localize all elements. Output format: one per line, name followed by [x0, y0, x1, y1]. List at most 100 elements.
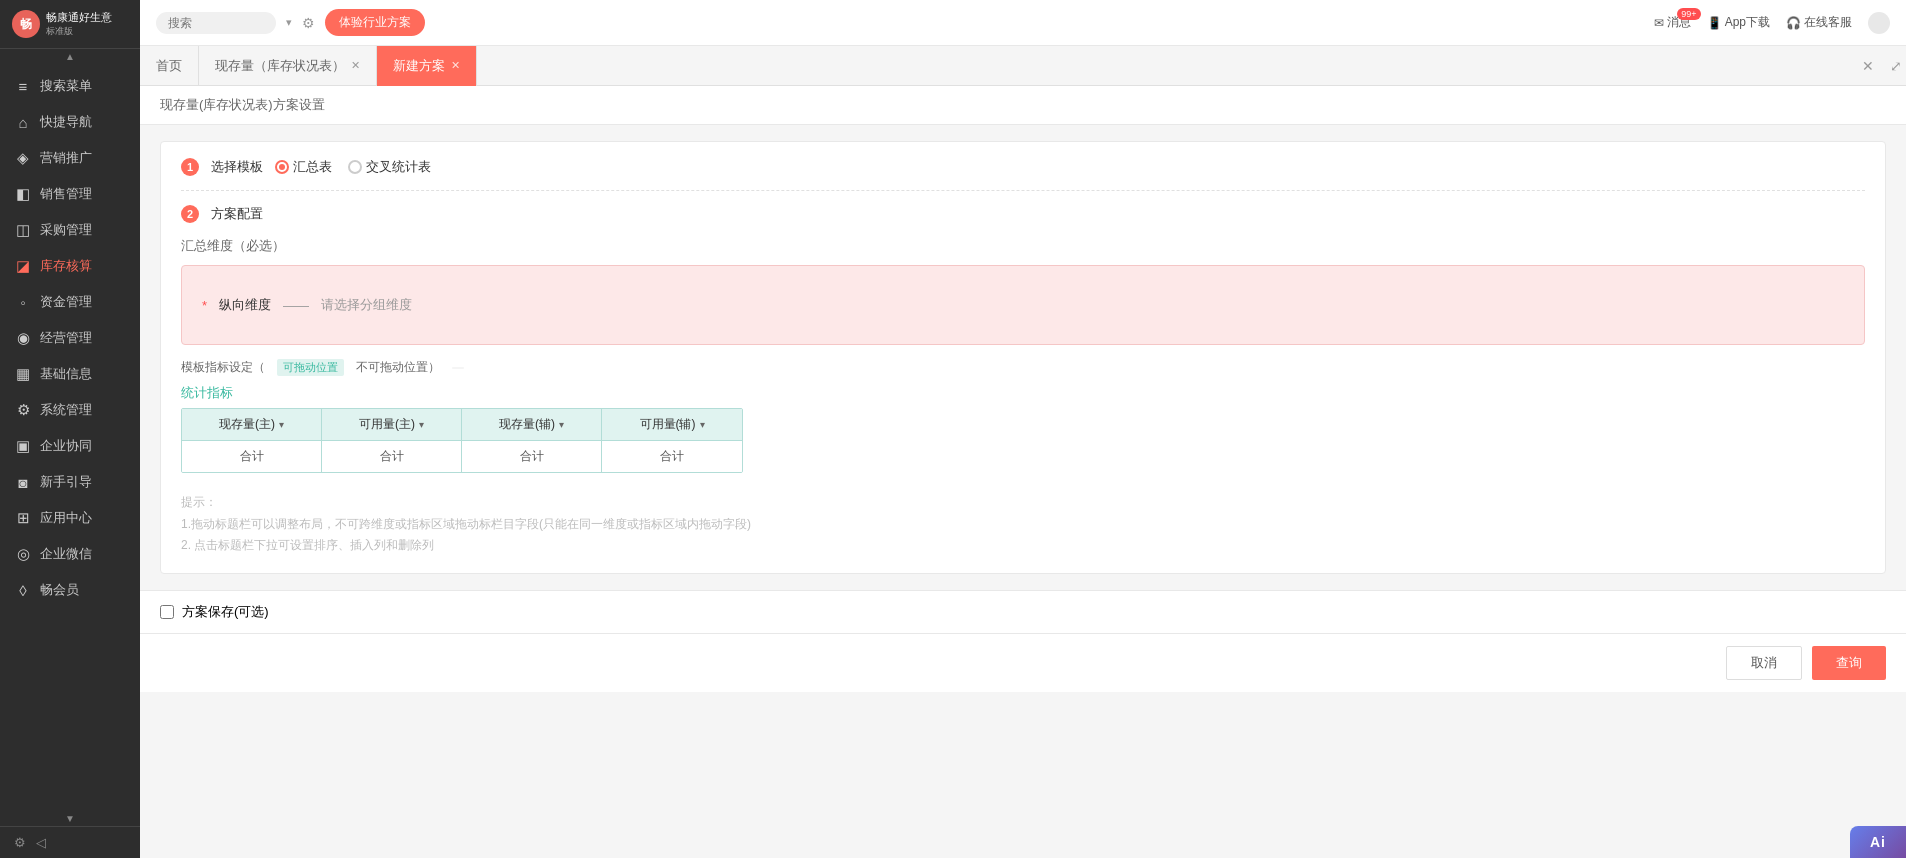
sidebar-scroll-up[interactable]: ▲	[0, 49, 140, 64]
settings-icon[interactable]: ⚙	[302, 15, 315, 31]
sidebar: 畅 畅康通好生意 标准版 ▲ ≡ 搜索菜单 ⌂ 快捷导航 ◈ 营销推广 ◧ 销售…	[0, 0, 140, 858]
col3-label: 可用量(辅)	[640, 416, 696, 433]
col1-chevron[interactable]: ▾	[419, 419, 424, 430]
gear-icon: ⚙	[14, 401, 32, 419]
tab-home[interactable]: 首页	[140, 46, 199, 86]
query-button[interactable]: 查询	[1812, 646, 1886, 680]
sidebar-item-label: 资金管理	[40, 293, 92, 311]
required-star: *	[202, 298, 207, 313]
sidebar-nav: ≡ 搜索菜单 ⌂ 快捷导航 ◈ 营销推广 ◧ 销售管理 ◫ 采购管理 ◪ 库存核…	[0, 64, 140, 811]
chevron-down-icon[interactable]: ▾	[286, 16, 292, 29]
sidebar-item-finance[interactable]: ◦ 资金管理	[0, 284, 140, 320]
col3-chevron[interactable]: ▾	[700, 419, 705, 430]
stats-data-0: 合计	[182, 441, 322, 472]
sidebar-item-marketing[interactable]: ◈ 营销推广	[0, 140, 140, 176]
mobile-icon: 📱	[1707, 16, 1722, 30]
step2-row: 2 方案配置	[181, 205, 1865, 223]
window-controls: ✕ ⤢	[1858, 54, 1906, 78]
sidebar-item-system[interactable]: ⚙ 系统管理	[0, 392, 140, 428]
stats-col-0[interactable]: 现存量(主) ▾	[182, 409, 322, 440]
save-row: 方案保存(可选)	[140, 590, 1906, 633]
logo-text: 畅康通好生意 标准版	[46, 10, 112, 37]
tab-new-plan[interactable]: 新建方案 ✕	[377, 46, 477, 86]
non-drag-label: 不可拖动位置）	[356, 359, 440, 376]
sidebar-item-label: 采购管理	[40, 221, 92, 239]
stats-data-3: 合计	[602, 441, 742, 472]
save-label: 方案保存(可选)	[182, 603, 269, 621]
non-draggable-badge	[452, 367, 464, 369]
messages-badge: 99+	[1677, 8, 1700, 20]
messages-btn[interactable]: ✉ 消息 99+	[1654, 14, 1691, 31]
col0-label: 现存量(主)	[219, 416, 275, 433]
close-window-icon[interactable]: ✕	[1858, 54, 1878, 78]
crown-icon: ◊	[14, 582, 32, 599]
sidebar-item-basic-info[interactable]: ▦ 基础信息	[0, 356, 140, 392]
tab-inventory-status[interactable]: 现存量（库存状况表） ✕	[199, 46, 377, 86]
sidebar-item-label: 快捷导航	[40, 113, 92, 131]
sidebar-item-label: 基础信息	[40, 365, 92, 383]
draggable-badge: 可拖动位置	[277, 359, 344, 376]
col2-label: 现存量(辅)	[499, 416, 555, 433]
tab-inventory-close[interactable]: ✕	[351, 59, 360, 72]
settings-card: 1 选择模板 汇总表 交叉统计表	[160, 141, 1886, 574]
radio-cross[interactable]: 交叉统计表	[348, 158, 431, 176]
sidebar-item-purchase[interactable]: ◫ 采购管理	[0, 212, 140, 248]
col2-chevron[interactable]: ▾	[559, 419, 564, 430]
trial-btn[interactable]: 体验行业方案	[325, 9, 425, 36]
online-service-btn[interactable]: 🎧 在线客服	[1786, 14, 1852, 31]
sidebar-item-enterprise-wechat[interactable]: ◎ 企业微信	[0, 536, 140, 572]
sidebar-item-operations[interactable]: ◉ 经营管理	[0, 320, 140, 356]
col0-chevron[interactable]: ▾	[279, 419, 284, 430]
cancel-button[interactable]: 取消	[1726, 646, 1802, 680]
ai-badge[interactable]: Ai	[1850, 826, 1906, 858]
message-icon: ✉	[1654, 16, 1664, 30]
sidebar-item-new-guide[interactable]: ◙ 新手引导	[0, 464, 140, 500]
sidebar-item-label: 库存核算	[40, 257, 92, 275]
tip-item-1: 2. 点击标题栏下拉可设置排序、插入列和删除列	[181, 535, 1865, 557]
stats-col-3[interactable]: 可用量(辅) ▾	[602, 409, 742, 440]
sidebar-scroll-down[interactable]: ▼	[0, 811, 140, 826]
page-header: 现存量(库存状况表)方案设置	[140, 86, 1906, 125]
stats-col-2[interactable]: 现存量(辅) ▾	[462, 409, 602, 440]
headset-icon: 🎧	[1786, 16, 1801, 30]
sidebar-logo: 畅 畅康通好生意 标准版	[0, 0, 140, 49]
dim-dash: ——	[283, 298, 309, 313]
sidebar-item-label: 应用中心	[40, 509, 92, 527]
sidebar-item-quick-nav[interactable]: ⌂ 快捷导航	[0, 104, 140, 140]
user-avatar	[1868, 12, 1890, 34]
stats-col-1[interactable]: 可用量(主) ▾	[322, 409, 462, 440]
tab-new-plan-label: 新建方案	[393, 57, 445, 75]
person-icon: ◙	[14, 474, 32, 491]
search-menu-icon: ≡	[14, 78, 32, 95]
user-btn[interactable]	[1868, 12, 1890, 34]
logo-icon: 畅	[12, 10, 40, 38]
stats-title: 统计指标	[181, 384, 1865, 402]
sidebar-item-enterprise[interactable]: ▣ 企业协同	[0, 428, 140, 464]
search-input[interactable]	[156, 12, 276, 34]
bag-icon: ◫	[14, 221, 32, 239]
stats-header-row: 现存量(主) ▾ 可用量(主) ▾ 现存量(辅) ▾	[182, 409, 742, 440]
expand-window-icon[interactable]: ⤢	[1886, 54, 1906, 78]
sidebar-item-search-menu[interactable]: ≡ 搜索菜单	[0, 68, 140, 104]
enterprise-icon: ▣	[14, 437, 32, 455]
tips-area: 提示： 1.拖动标题栏可以调整布局，不可跨维度或指标区域拖动标栏目字段(只能在同…	[181, 492, 1865, 557]
sidebar-item-app-center[interactable]: ⊞ 应用中心	[0, 500, 140, 536]
main-content: ▾ ⚙ 体验行业方案 ✉ 消息 99+ 📱 App下载 🎧 在线客服 首页	[140, 0, 1906, 858]
topbar: ▾ ⚙ 体验行业方案 ✉ 消息 99+ 📱 App下载 🎧 在线客服	[140, 0, 1906, 46]
topbar-right: ✉ 消息 99+ 📱 App下载 🎧 在线客服	[1654, 12, 1890, 34]
action-bar: 取消 查询	[140, 633, 1906, 692]
tab-new-plan-close[interactable]: ✕	[451, 59, 460, 72]
settings-icon[interactable]: ⚙	[14, 835, 26, 850]
wechat-icon: ◎	[14, 545, 32, 563]
dimension-area[interactable]: * 纵向维度 —— 请选择分组维度	[181, 265, 1865, 345]
save-checkbox[interactable]	[160, 605, 174, 619]
sidebar-item-inventory[interactable]: ◪ 库存核算	[0, 248, 140, 284]
step1-row: 1 选择模板 汇总表 交叉统计表	[181, 158, 1865, 176]
sidebar-item-label: 畅会员	[40, 581, 79, 599]
radio-summary[interactable]: 汇总表	[275, 158, 332, 176]
sidebar-item-members[interactable]: ◊ 畅会员	[0, 572, 140, 608]
radio-summary-circle	[275, 160, 289, 174]
sidebar-item-sales[interactable]: ◧ 销售管理	[0, 176, 140, 212]
app-download-btn[interactable]: 📱 App下载	[1707, 14, 1770, 31]
speaker-icon[interactable]: ◁	[36, 835, 46, 850]
